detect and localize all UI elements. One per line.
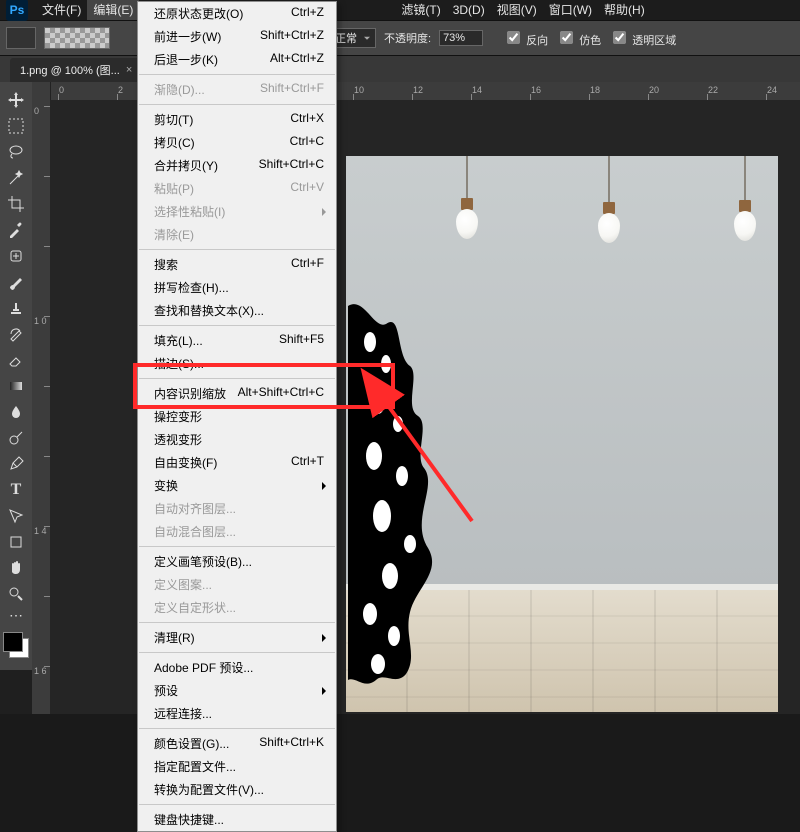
menu-item: 定义自定形状... xyxy=(138,596,336,619)
hand-tool[interactable] xyxy=(4,556,28,580)
gradient-swatch[interactable] xyxy=(44,27,110,49)
app-logo: Ps xyxy=(6,0,28,21)
menu-item[interactable]: 变换 xyxy=(138,474,336,497)
dodge-tool[interactable] xyxy=(4,426,28,450)
menu-filter[interactable]: 滤镜(T) xyxy=(395,0,446,20)
wand-tool[interactable] xyxy=(4,166,28,190)
menu-help[interactable]: 帮助(H) xyxy=(598,0,651,20)
reverse-checkbox[interactable]: 反向 xyxy=(503,28,548,48)
menu-item[interactable]: 指定配置文件... xyxy=(138,755,336,778)
menu-item[interactable]: 内容识别缩放Alt+Shift+Ctrl+C xyxy=(138,382,336,405)
move-tool[interactable] xyxy=(4,88,28,112)
menu-item[interactable]: 描边(S)... xyxy=(138,352,336,375)
crop-tool[interactable] xyxy=(4,192,28,216)
ruler-vertical[interactable]: 01 01 41 6 xyxy=(32,100,51,714)
menu-item: 定义图案... xyxy=(138,573,336,596)
blur-tool[interactable] xyxy=(4,400,28,424)
menu-item[interactable]: 操控变形 xyxy=(138,405,336,428)
menu-item[interactable]: 拼写检查(H)... xyxy=(138,276,336,299)
menubar: Ps 文件(F) 编辑(E) ... ... ... 滤镜(T) 3D(D) 视… xyxy=(0,0,800,20)
foreground-swatch[interactable] xyxy=(6,27,36,49)
menu-view[interactable]: 视图(V) xyxy=(491,0,543,20)
menu-item[interactable]: 拷贝(C)Ctrl+C xyxy=(138,131,336,154)
document-canvas[interactable] xyxy=(346,156,778,712)
menu-item[interactable]: Adobe PDF 预设... xyxy=(138,656,336,679)
menu-item[interactable]: 剪切(T)Ctrl+X xyxy=(138,108,336,131)
menu-item[interactable]: 颜色设置(G)...Shift+Ctrl+K xyxy=(138,732,336,755)
menu-item[interactable]: 自由变换(F)Ctrl+T xyxy=(138,451,336,474)
dither-checkbox[interactable]: 仿色 xyxy=(556,28,601,48)
menu-item: 选择性粘贴(I) xyxy=(138,200,336,223)
menu-edit[interactable]: 编辑(E) xyxy=(87,0,139,20)
brush-tool[interactable] xyxy=(4,270,28,294)
menu-item[interactable]: 查找和替换文本(X)... xyxy=(138,299,336,322)
zoom-tool[interactable] xyxy=(4,582,28,606)
menu-item[interactable]: 后退一步(K)Alt+Ctrl+Z xyxy=(138,48,336,71)
menu-item: 清除(E) xyxy=(138,223,336,246)
opacity-label: 不透明度: xyxy=(384,30,431,46)
menu-item[interactable]: 还原状态更改(O)Ctrl+Z xyxy=(138,2,336,25)
edit-menu-dropdown: 还原状态更改(O)Ctrl+Z前进一步(W)Shift+Ctrl+Z后退一步(K… xyxy=(137,1,337,832)
stamp-tool[interactable] xyxy=(4,296,28,320)
menu-window[interactable]: 窗口(W) xyxy=(543,0,598,20)
tab-label: 1.png @ 100% (图... xyxy=(20,62,120,78)
opacity-input[interactable] xyxy=(439,30,483,46)
menu-item[interactable]: 搜索Ctrl+F xyxy=(138,253,336,276)
menu-item[interactable]: 定义画笔预设(B)... xyxy=(138,550,336,573)
menu-item[interactable]: 键盘快捷键... xyxy=(138,808,336,831)
menu-item[interactable]: 远程连接... xyxy=(138,702,336,725)
edit-toolbar-icon[interactable]: ⋯ xyxy=(4,608,28,622)
heal-tool[interactable] xyxy=(4,244,28,268)
history-brush-tool[interactable] xyxy=(4,322,28,346)
marquee-tool[interactable] xyxy=(4,114,28,138)
menu-item[interactable]: 清理(R) xyxy=(138,626,336,649)
menu-item[interactable]: 合并拷贝(Y)Shift+Ctrl+C xyxy=(138,154,336,177)
gradient-tool[interactable] xyxy=(4,374,28,398)
menu-item: 渐隐(D)...Shift+Ctrl+F xyxy=(138,78,336,101)
menu-item[interactable]: 填充(L)...Shift+F5 xyxy=(138,329,336,352)
menu-item: 粘贴(P)Ctrl+V xyxy=(138,177,336,200)
menu-item[interactable]: 转换为配置文件(V)... xyxy=(138,778,336,801)
lasso-tool[interactable] xyxy=(4,140,28,164)
shape-tool[interactable] xyxy=(4,530,28,554)
type-tool[interactable]: T xyxy=(4,478,28,502)
menu-file[interactable]: 文件(F) xyxy=(36,0,87,20)
transparency-checkbox[interactable]: 透明区域 xyxy=(609,28,676,48)
eyedropper-tool[interactable] xyxy=(4,218,28,242)
close-icon[interactable]: × xyxy=(126,64,132,76)
tab-strip: 1.png @ 100% (图... × xyxy=(0,56,800,82)
pen-tool[interactable] xyxy=(4,452,28,476)
menu-item: 自动对齐图层... xyxy=(138,497,336,520)
menu-3d[interactable]: 3D(D) xyxy=(447,0,491,20)
menu-item[interactable]: 前进一步(W)Shift+Ctrl+Z xyxy=(138,25,336,48)
toolbox: T ⋯ xyxy=(0,82,32,670)
menu-item[interactable]: 预设 xyxy=(138,679,336,702)
fg-bg-swatch[interactable] xyxy=(3,632,29,658)
workspace: T ⋯ 024681012141618202224 01 01 41 6 xyxy=(0,82,800,714)
tab-document[interactable]: 1.png @ 100% (图... × xyxy=(10,58,142,82)
menu-item: 自动混合图层... xyxy=(138,520,336,543)
path-tool[interactable] xyxy=(4,504,28,528)
eraser-tool[interactable] xyxy=(4,348,28,372)
options-bar: 正常 不透明度: 反向 仿色 透明区域 xyxy=(0,20,800,56)
menu-item[interactable]: 透视变形 xyxy=(138,428,336,451)
